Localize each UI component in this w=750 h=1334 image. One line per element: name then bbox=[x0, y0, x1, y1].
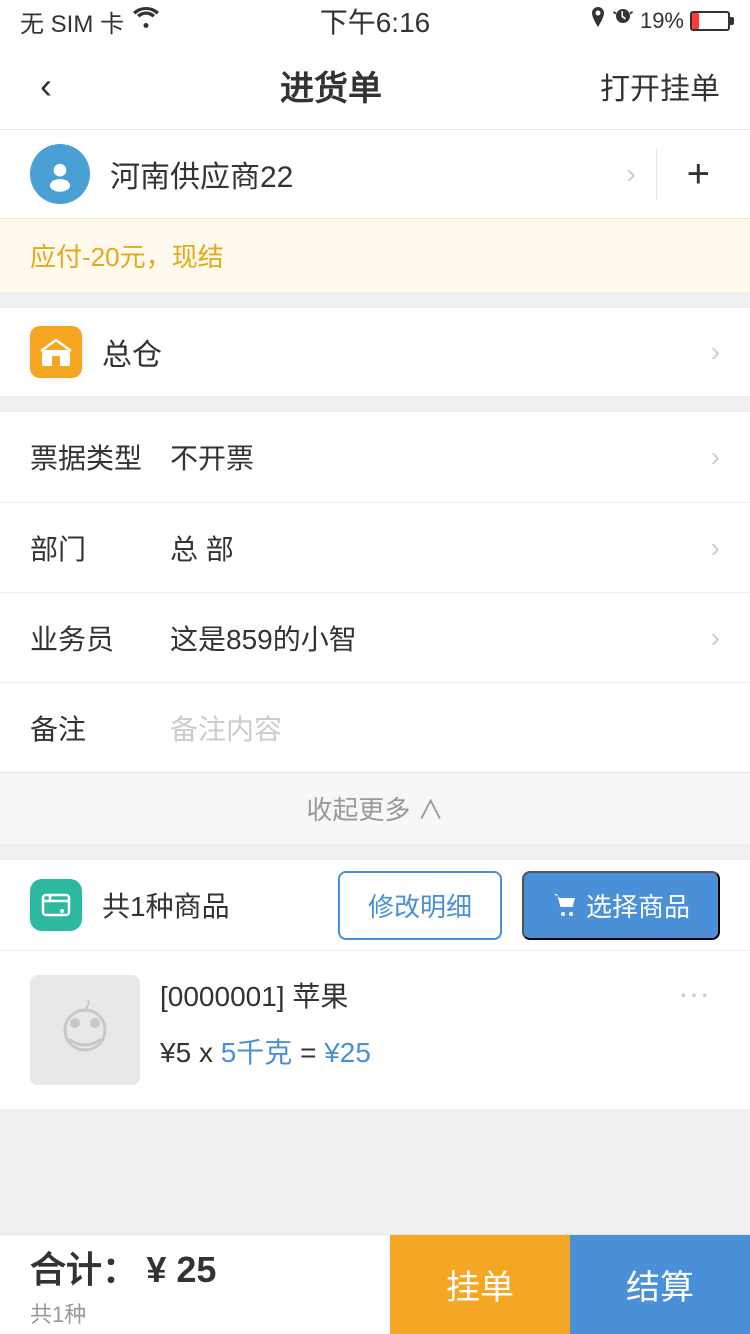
multiply-sign: x bbox=[199, 1037, 221, 1068]
invoice-type-chevron-icon: › bbox=[711, 441, 720, 473]
total-section: 合计： ¥ 25 共1种 bbox=[0, 1235, 390, 1334]
product-price: ¥5 x 5千克 = ¥25 bbox=[160, 1031, 648, 1071]
salesman-value: 这是859的小智 bbox=[150, 618, 711, 658]
remark-row[interactable]: 备注 备注内容 bbox=[0, 682, 750, 772]
back-button[interactable]: ‹ bbox=[30, 55, 62, 117]
status-bar: 无 SIM 卡 下午6:16 19% bbox=[0, 0, 750, 42]
product-more-button[interactable]: ··· bbox=[668, 975, 720, 1012]
battery-icon bbox=[690, 11, 730, 31]
battery-text: 19% bbox=[640, 8, 684, 34]
product-item: [0000001] 苹果 ¥5 x 5千克 = ¥25 ··· bbox=[0, 950, 750, 1109]
invoice-type-label: 票据类型 bbox=[30, 437, 150, 477]
page-title: 进货单 bbox=[280, 61, 382, 110]
supplier-card: 河南供应商22 › + 应付-20元，现结 bbox=[0, 130, 750, 292]
status-right: 19% bbox=[590, 7, 730, 35]
nav-bar: ‹ 进货单 打开挂单 bbox=[0, 42, 750, 130]
add-supplier-button[interactable]: + bbox=[677, 152, 720, 197]
supplier-name: 河南供应商22 bbox=[110, 152, 626, 196]
invoice-type-value: 不开票 bbox=[150, 437, 711, 477]
settle-button[interactable]: 结算 bbox=[570, 1235, 750, 1334]
divider bbox=[656, 149, 657, 199]
warehouse-card: 总仓 › bbox=[0, 308, 750, 396]
total-value: ¥ 25 bbox=[146, 1249, 216, 1290]
invoice-type-row[interactable]: 票据类型 不开票 › bbox=[0, 412, 750, 502]
unit-price: ¥5 bbox=[160, 1037, 191, 1068]
equals-sign: = bbox=[300, 1037, 324, 1068]
warehouse-chevron-icon: › bbox=[711, 336, 720, 368]
hold-button[interactable]: 挂单 bbox=[390, 1235, 570, 1334]
department-row[interactable]: 部门 总 部 › bbox=[0, 502, 750, 592]
product-info: [0000001] 苹果 ¥5 x 5千克 = ¥25 bbox=[160, 975, 648, 1071]
product-name: [0000001] 苹果 bbox=[160, 975, 648, 1015]
total-amount: 合计： ¥ 25 bbox=[30, 1241, 360, 1293]
carrier-text: 无 SIM 卡 bbox=[20, 4, 124, 39]
edit-detail-button[interactable]: 修改明细 bbox=[338, 871, 502, 940]
status-time: 下午6:16 bbox=[320, 1, 431, 41]
cart-icon bbox=[552, 892, 578, 918]
supplier-chevron-icon: › bbox=[626, 158, 635, 190]
open-hold-button[interactable]: 打开挂单 bbox=[600, 64, 720, 108]
supplier-row[interactable]: 河南供应商22 › + bbox=[0, 130, 750, 218]
quantity: 5千克 bbox=[221, 1037, 293, 1068]
location-icon bbox=[590, 7, 606, 35]
wifi-icon bbox=[132, 7, 160, 36]
product-icon bbox=[30, 879, 82, 931]
total-count: 共1种 bbox=[30, 1297, 360, 1329]
select-product-button[interactable]: 选择商品 bbox=[522, 871, 720, 940]
product-section: 共1种商品 修改明细 选择商品 [0000001] 苹果 bbox=[0, 860, 750, 1109]
warehouse-name: 总仓 bbox=[102, 330, 711, 374]
warehouse-icon bbox=[30, 326, 82, 378]
supplier-avatar bbox=[30, 144, 90, 204]
product-header: 共1种商品 修改明细 选择商品 bbox=[0, 860, 750, 950]
salesman-chevron-icon: › bbox=[711, 622, 720, 654]
department-label: 部门 bbox=[30, 528, 150, 568]
status-left: 无 SIM 卡 bbox=[20, 4, 160, 39]
form-card: 票据类型 不开票 › 部门 总 部 › 业务员 这是859的小智 › 备注 备注… bbox=[0, 412, 750, 844]
product-title: 苹果 bbox=[292, 981, 348, 1012]
supplier-notice: 应付-20元，现结 bbox=[0, 218, 750, 292]
salesman-row[interactable]: 业务员 这是859的小智 › bbox=[0, 592, 750, 682]
total-label: 合计： bbox=[30, 1249, 138, 1290]
alarm-icon bbox=[612, 7, 634, 35]
total-price: ¥25 bbox=[324, 1037, 371, 1068]
product-code: [0000001] bbox=[160, 981, 285, 1012]
department-value: 总 部 bbox=[150, 528, 711, 568]
select-product-label: 选择商品 bbox=[586, 887, 690, 924]
department-chevron-icon: › bbox=[711, 532, 720, 564]
product-thumbnail bbox=[30, 975, 140, 1085]
product-count-text: 共1种商品 bbox=[102, 885, 318, 925]
salesman-label: 业务员 bbox=[30, 618, 150, 658]
bottom-bar: 合计： ¥ 25 共1种 挂单 结算 bbox=[0, 1234, 750, 1334]
remark-input[interactable]: 备注内容 bbox=[150, 708, 720, 748]
collapse-bar[interactable]: 收起更多 ∧ bbox=[0, 772, 750, 844]
remark-label: 备注 bbox=[30, 708, 150, 748]
warehouse-row[interactable]: 总仓 › bbox=[0, 308, 750, 396]
